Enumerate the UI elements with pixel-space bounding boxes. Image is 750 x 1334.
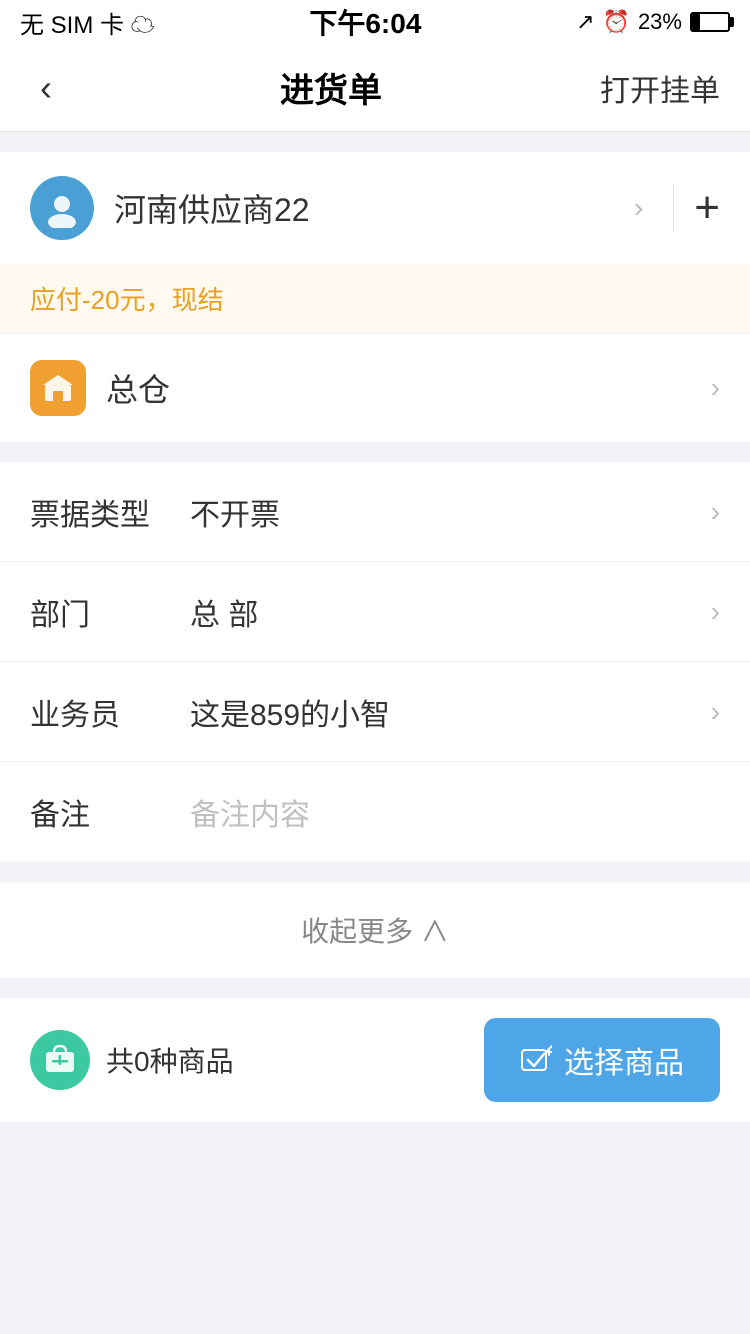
warehouse-chevron-icon: › (711, 372, 720, 404)
battery-percent: 23% (638, 9, 682, 35)
form-section: 票据类型 不开票 › 部门 总 部 › 业务员 这是859的小智 › 备注 备注… (0, 462, 750, 862)
nav-bar: ‹ 进货单 打开挂单 (0, 44, 750, 132)
nav-title: 进货单 (280, 63, 382, 112)
department-chevron-icon: › (711, 596, 720, 628)
add-supplier-button[interactable]: + (694, 186, 720, 230)
select-product-label: 选择商品 (564, 1038, 684, 1082)
supplier-divider (673, 183, 674, 233)
location-icon: ↗ (576, 9, 594, 35)
remark-row[interactable]: 备注 备注内容 (0, 762, 750, 862)
warehouse-row[interactable]: 总仓 › (0, 333, 750, 442)
product-icon (30, 1030, 90, 1090)
remark-label: 备注 (30, 790, 170, 834)
invoice-type-label: 票据类型 (30, 490, 170, 534)
department-value: 总 部 (190, 590, 701, 634)
status-left: 无 SIM 卡 ☁ (20, 5, 155, 40)
supplier-avatar (30, 176, 94, 240)
supplier-chevron-icon: › (634, 192, 643, 224)
department-label: 部门 (30, 590, 170, 634)
remark-input[interactable]: 备注内容 (190, 790, 720, 834)
open-pending-button[interactable]: 打开挂单 (600, 66, 720, 110)
invoice-type-value: 不开票 (190, 490, 701, 534)
product-count-label: 共0种商品 (106, 1040, 234, 1080)
collapse-button[interactable]: 收起更多 ∧ (0, 882, 750, 978)
supplier-name: 河南供应商22 (114, 185, 634, 231)
invoice-type-row[interactable]: 票据类型 不开票 › (0, 462, 750, 562)
warehouse-name: 总仓 (106, 365, 701, 411)
status-right: ↗ ⏰ 23% (576, 9, 730, 35)
salesperson-row[interactable]: 业务员 这是859的小智 › (0, 662, 750, 762)
bottom-bar: 共0种商品 选择商品 (0, 998, 750, 1122)
back-button[interactable]: ‹ (30, 57, 62, 119)
salesperson-label: 业务员 (30, 690, 170, 734)
product-count-area: 共0种商品 (30, 1030, 234, 1090)
battery-icon (690, 12, 730, 32)
select-product-icon (520, 1044, 552, 1076)
select-product-button[interactable]: 选择商品 (484, 1018, 720, 1102)
salesperson-value: 这是859的小智 (190, 690, 701, 734)
status-bar: 无 SIM 卡 ☁ 下午6:04 ↗ ⏰ 23% (0, 0, 750, 44)
collapse-label: 收起更多 ∧ (301, 910, 449, 950)
warehouse-icon (30, 360, 86, 416)
notice-banner: 应付-20元，现结 (0, 264, 750, 333)
supplier-section: 河南供应商22 › + 应付-20元，现结 总仓 › (0, 152, 750, 442)
section-gap-1 (0, 132, 750, 152)
salesperson-chevron-icon: › (711, 696, 720, 728)
invoice-type-chevron-icon: › (711, 496, 720, 528)
status-time: 下午6:04 (309, 2, 421, 42)
supplier-row[interactable]: 河南供应商22 › + (0, 152, 750, 264)
department-row[interactable]: 部门 总 部 › (0, 562, 750, 662)
alarm-icon: ⏰ (603, 9, 630, 35)
